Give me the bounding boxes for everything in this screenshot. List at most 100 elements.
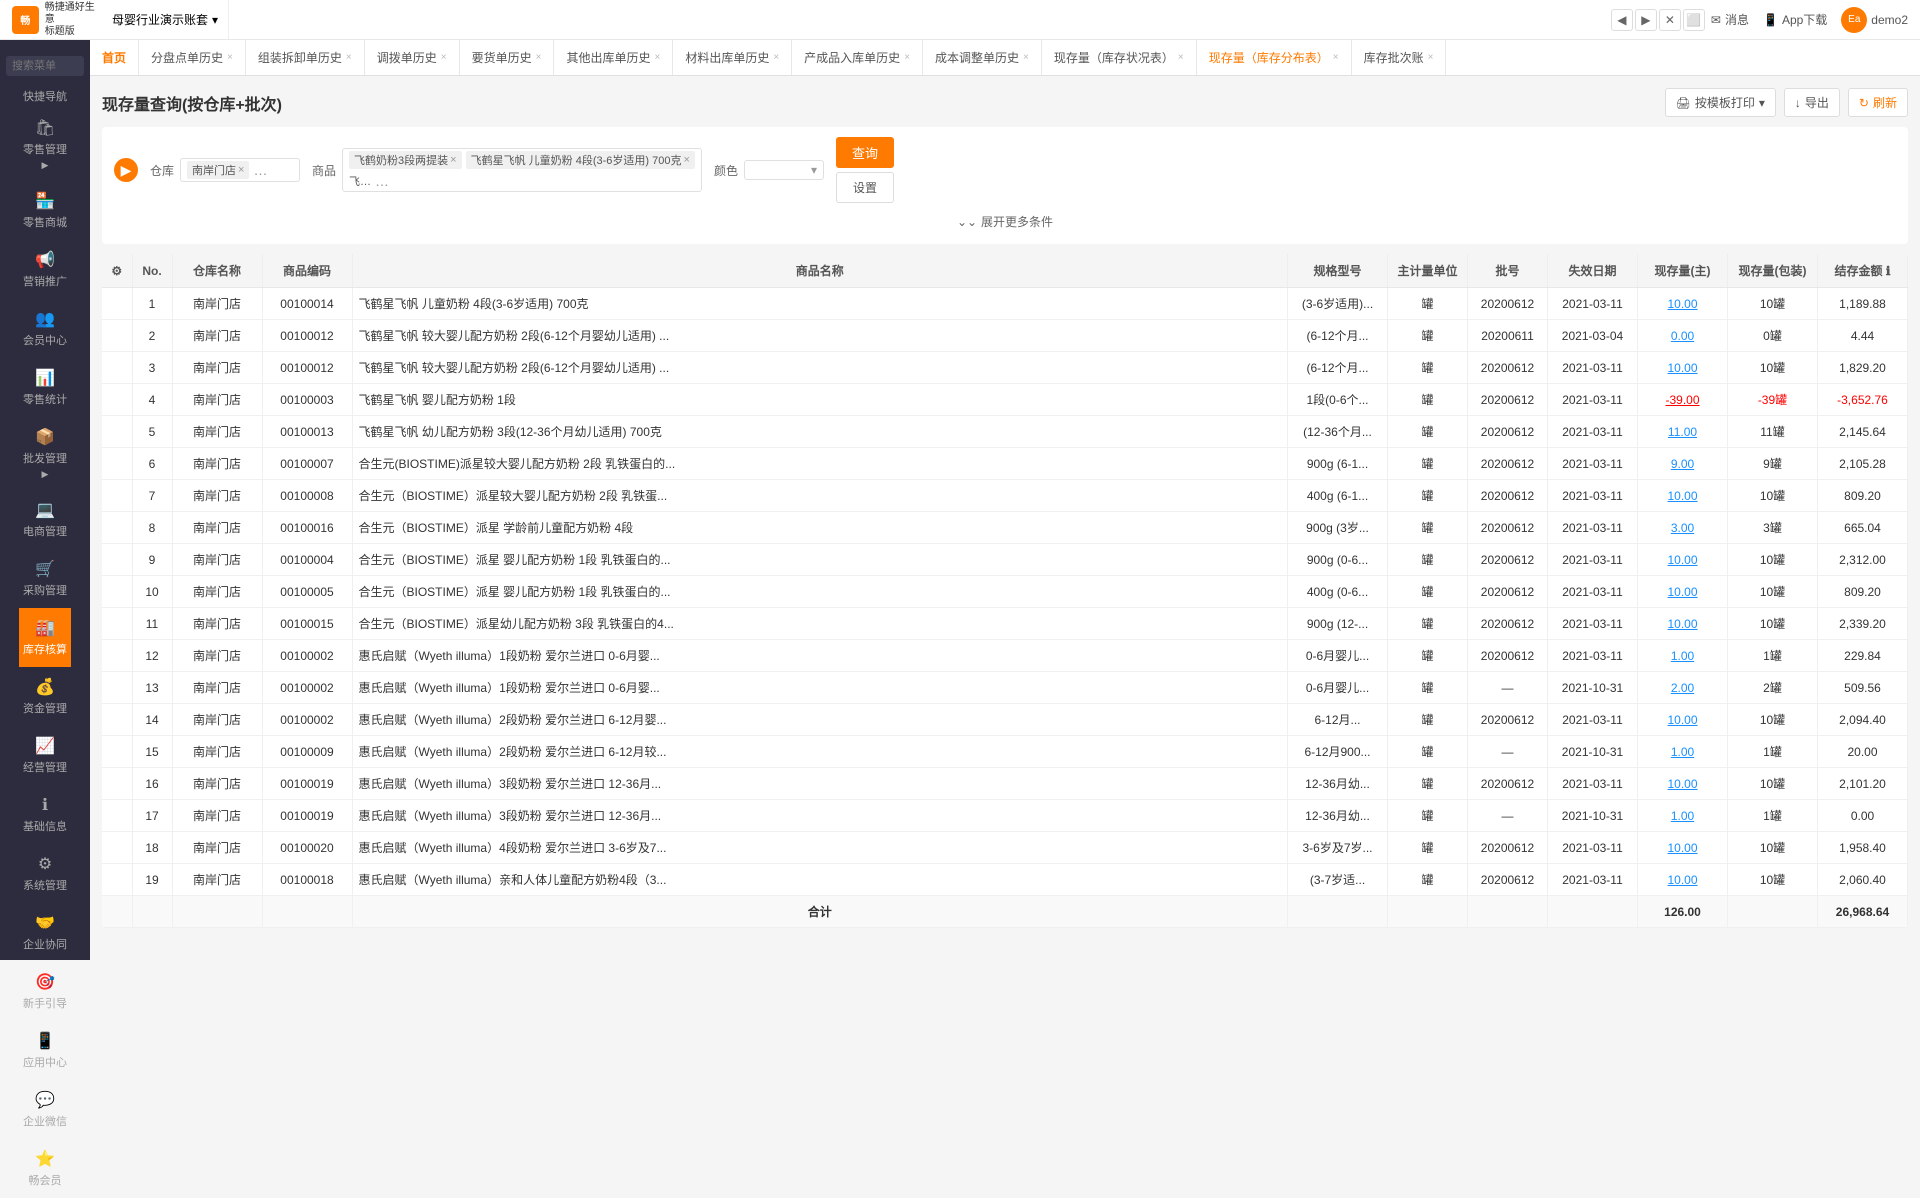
tab-close-pici[interactable]: × bbox=[1428, 52, 1434, 63]
cell-stock-main[interactable]: 10.00 bbox=[1638, 864, 1728, 896]
sidebar-item-marketing[interactable]: 📢 营销推广 bbox=[19, 240, 71, 299]
goods-tag-input[interactable]: 飞鹤奶粉3段两提装 × 飞鹤星飞帆 儿童奶粉 4段(3-6岁适用) 700克 ×… bbox=[342, 148, 702, 192]
sidebar-item-wechat[interactable]: 💬 企业微信 bbox=[19, 1080, 71, 1139]
cell-stock-main[interactable]: 10.00 bbox=[1638, 608, 1728, 640]
tab-close-tiaopo[interactable]: × bbox=[441, 52, 447, 63]
sidebar-item-business[interactable]: 📈 经营管理 bbox=[19, 726, 71, 785]
sidebar-item-finance[interactable]: 💰 资金管理 bbox=[19, 667, 71, 726]
logo-line2: 标题版 bbox=[45, 26, 102, 38]
cell-stock-main[interactable]: 9.00 bbox=[1638, 448, 1728, 480]
tab-close-button[interactable]: ✕ bbox=[1659, 9, 1681, 31]
tab-next-button[interactable]: ▶ bbox=[1635, 9, 1657, 31]
tab-qitachu[interactable]: 其他出库单历史× bbox=[554, 40, 673, 76]
warehouse-tag-input[interactable]: 南岸门店 × … bbox=[180, 158, 300, 182]
cell-spec: 900g (3岁... bbox=[1288, 512, 1388, 544]
user-menu[interactable]: Ea demo2 bbox=[1841, 7, 1908, 33]
settings-gear-icon[interactable]: ⚙ bbox=[111, 264, 122, 278]
sidebar-item-retail-mgmt[interactable]: 🛍 零售管理 ▶ bbox=[19, 108, 71, 181]
tab-prev-button[interactable]: ◀ bbox=[1611, 9, 1633, 31]
tab-close-yaohuo[interactable]: × bbox=[536, 52, 542, 63]
tab-cailiao[interactable]: 材料出库单历史× bbox=[673, 40, 792, 76]
tab-close-fenbi[interactable]: × bbox=[227, 52, 233, 63]
filter-expand-button[interactable]: ▶ bbox=[114, 158, 138, 182]
tab-chengben[interactable]: 成本调整单历史× bbox=[923, 40, 1042, 76]
warehouse-ellipsis[interactable]: … bbox=[253, 162, 267, 178]
sidebar-item-wholesale[interactable]: 📦 批发管理 ▶ bbox=[19, 417, 71, 490]
sidebar-item-system[interactable]: ⚙ 系统管理 bbox=[19, 844, 71, 903]
cell-stock-main[interactable]: 2.00 bbox=[1638, 672, 1728, 704]
cell-stock-main[interactable]: 1.00 bbox=[1638, 736, 1728, 768]
cell-balance: 665.04 bbox=[1818, 512, 1908, 544]
tab-close-xianzai2[interactable]: × bbox=[1333, 52, 1339, 63]
tab-close-chanpin[interactable]: × bbox=[904, 52, 910, 63]
tab-close-zuhe[interactable]: × bbox=[346, 52, 352, 63]
tab-label-chanpin: 产成品入库单历史 bbox=[804, 49, 900, 66]
cell-stock-main[interactable]: 10.00 bbox=[1638, 480, 1728, 512]
account-dropdown[interactable]: 母婴行业演示账套 ▾ bbox=[102, 0, 229, 39]
table-header: ⚙ No. 仓库名称 商品编码 商品名称 规格型号 主计量单位 批号 失效日期 … bbox=[102, 254, 1908, 288]
tab-maximize-button[interactable]: ⬜ bbox=[1683, 9, 1705, 31]
refresh-button[interactable]: ↻ 刷新 bbox=[1848, 88, 1908, 117]
cell-stock-main[interactable]: 10.00 bbox=[1638, 352, 1728, 384]
tab-pici[interactable]: 库存批次账× bbox=[1352, 40, 1447, 76]
settings-button[interactable]: 设置 bbox=[836, 172, 894, 203]
cell-stock-pack: 10罐 bbox=[1728, 608, 1818, 640]
cell-stock-main[interactable]: 1.00 bbox=[1638, 640, 1728, 672]
sidebar-item-retail-shop[interactable]: 🏪 零售商城 bbox=[19, 181, 71, 240]
tab-close-xianzai1[interactable]: × bbox=[1178, 52, 1184, 63]
cell-stock-main[interactable]: 10.00 bbox=[1638, 288, 1728, 320]
cell-balance: 4.44 bbox=[1818, 320, 1908, 352]
summary-label: 合计 bbox=[352, 896, 1288, 928]
cell-stock-main[interactable]: 10.00 bbox=[1638, 544, 1728, 576]
warehouse-tag-remove[interactable]: × bbox=[238, 164, 244, 176]
color-input[interactable]: ▾ bbox=[744, 160, 824, 180]
sidebar-item-vip[interactable]: ⭐ 畅会员 bbox=[19, 1139, 71, 1198]
cell-name: 飞鹤星飞帆 较大婴儿配方奶粉 2段(6-12个月婴幼儿适用) ... bbox=[352, 352, 1288, 384]
tab-close-cailiao[interactable]: × bbox=[773, 52, 779, 63]
sidebar-item-basic[interactable]: ℹ 基础信息 bbox=[19, 785, 71, 844]
sidebar-item-inventory[interactable]: 🏭 库存核算 bbox=[19, 608, 71, 667]
expand-more-button[interactable]: ⌄⌄ 展开更多条件 bbox=[114, 209, 1896, 234]
export-button[interactable]: ↓ 导出 bbox=[1784, 88, 1840, 117]
cell-stock-main[interactable]: 0.00 bbox=[1638, 320, 1728, 352]
print-label: 按模板打印 bbox=[1695, 94, 1755, 111]
cell-stock-main[interactable]: 10.00 bbox=[1638, 768, 1728, 800]
tab-chanpin[interactable]: 产成品入库单历史 × bbox=[792, 40, 923, 76]
tab-xianzai1[interactable]: 现存量（库存状况表）× bbox=[1042, 40, 1197, 76]
tab-yaohuo[interactable]: 要货单历史× bbox=[460, 40, 555, 76]
cell-spec: (6-12个月... bbox=[1288, 320, 1388, 352]
tab-tiaopo[interactable]: 调拨单历史× bbox=[365, 40, 460, 76]
query-button[interactable]: 查询 bbox=[836, 137, 894, 168]
cell-name: 惠氏启赋（Wyeth illuma）3段奶粉 爱尔兰进口 12-36月... bbox=[352, 800, 1288, 832]
cell-stock-main[interactable]: 3.00 bbox=[1638, 512, 1728, 544]
export-icon: ↓ bbox=[1795, 96, 1801, 110]
tab-close-chengben[interactable]: × bbox=[1023, 52, 1029, 63]
print-button[interactable]: 🖨 按模板打印 ▾ bbox=[1665, 88, 1776, 117]
message-button[interactable]: ✉ 消息 bbox=[1711, 11, 1749, 28]
sidebar-item-purchase[interactable]: 🛒 采购管理 bbox=[19, 549, 71, 608]
tab-home[interactable]: 首页 bbox=[90, 40, 139, 76]
sidebar-item-guide[interactable]: 🎯 新手引导 bbox=[19, 962, 71, 1021]
cell-stock-main[interactable]: 10.00 bbox=[1638, 832, 1728, 864]
cell-stock-main[interactable]: 1.00 bbox=[1638, 800, 1728, 832]
sidebar-item-stats[interactable]: 📊 零售统计 bbox=[19, 358, 71, 417]
cell-stock-main[interactable]: -39.00 bbox=[1638, 384, 1728, 416]
sidebar-item-member[interactable]: 👥 会员中心 bbox=[19, 299, 71, 358]
sidebar-item-ecommerce[interactable]: 💻 电商管理 bbox=[19, 490, 71, 549]
sidebar-item-app-center[interactable]: 📱 应用中心 bbox=[19, 1021, 71, 1080]
search-input[interactable] bbox=[6, 56, 84, 76]
goods-tag-2-remove[interactable]: × bbox=[683, 154, 689, 166]
goods-ellipsis[interactable]: … bbox=[375, 173, 389, 189]
cell-stock-main[interactable]: 10.00 bbox=[1638, 576, 1728, 608]
col-header-code: 商品编码 bbox=[262, 254, 352, 288]
goods-tag-1-remove[interactable]: × bbox=[450, 154, 456, 166]
sidebar-label-guide: 新手引导 bbox=[23, 995, 67, 1011]
tab-zuhe[interactable]: 组装拆卸单历史× bbox=[246, 40, 365, 76]
sidebar-item-enterprise[interactable]: 🤝 企业协同 bbox=[19, 903, 71, 962]
cell-stock-main[interactable]: 10.00 bbox=[1638, 704, 1728, 736]
cell-stock-main[interactable]: 11.00 bbox=[1638, 416, 1728, 448]
tab-close-qitachu[interactable]: × bbox=[654, 52, 660, 63]
app-download-button[interactable]: 📱 App下载 bbox=[1763, 11, 1827, 28]
tab-xianzai2[interactable]: 现存量（库存分布表）× bbox=[1197, 40, 1352, 76]
tab-fenbi[interactable]: 分盘点单历史× bbox=[139, 40, 246, 76]
